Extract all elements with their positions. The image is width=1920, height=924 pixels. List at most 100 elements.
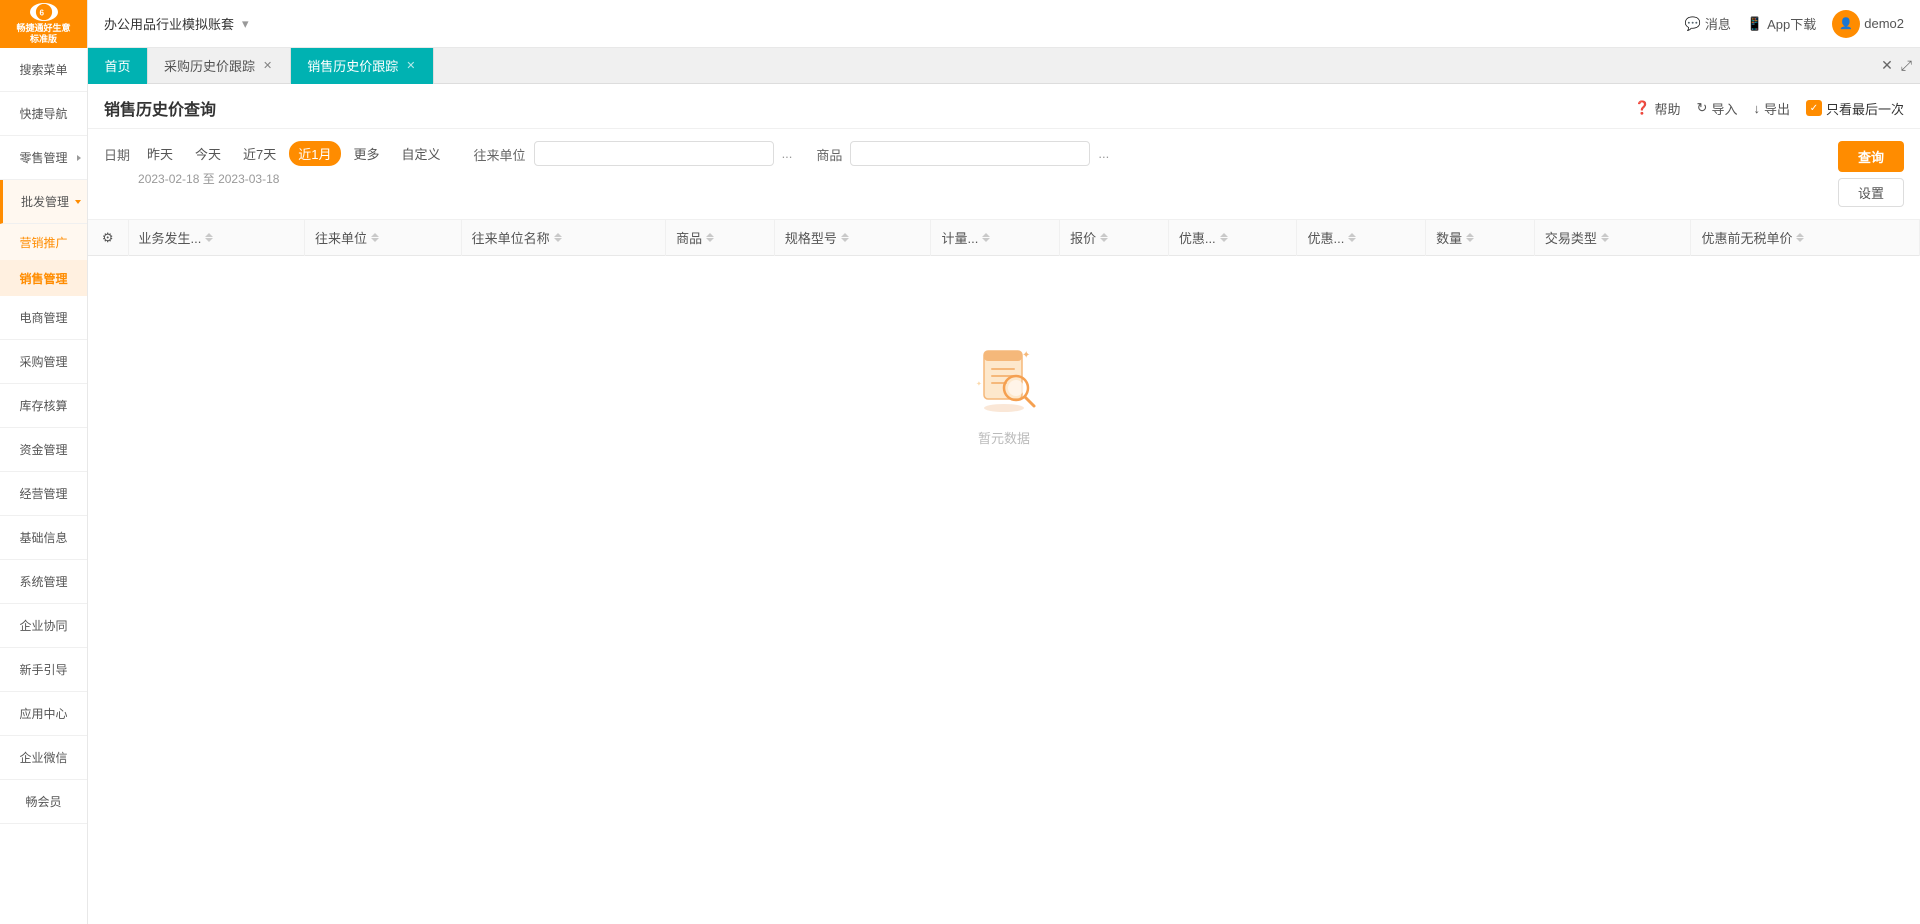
- finance-label: 资金管理: [19, 441, 67, 458]
- sort-up-icon4: [706, 233, 714, 237]
- inventory-label: 库存核算: [19, 397, 67, 414]
- sidebar-item-search[interactable]: 搜索菜单: [0, 48, 87, 92]
- th-trade-type[interactable]: 交易类型: [1534, 220, 1691, 256]
- help-action[interactable]: ❓ 帮助: [1634, 99, 1680, 118]
- sidebar-item-purchase[interactable]: 采购管理: [0, 340, 87, 384]
- sort-down-icon: [205, 238, 213, 242]
- product-input[interactable]: [850, 141, 1090, 166]
- th-product[interactable]: 商品: [666, 220, 775, 256]
- date-filter-options: 昨天 今天 近7天 近1月 更多 自定义 2023-02-18 至 2023-0…: [138, 141, 450, 187]
- ecommerce-label: 电商管理: [19, 309, 67, 326]
- sidebar-item-guide[interactable]: 新手引导: [0, 648, 87, 692]
- sidebar-item-wholesale[interactable]: 批发管理: [0, 180, 87, 224]
- tab-purchase-close[interactable]: ✕: [261, 57, 274, 74]
- export-label: 导出: [1764, 99, 1790, 118]
- logo-icon: 6: [30, 3, 58, 21]
- th-unit[interactable]: 计量...: [931, 220, 1060, 256]
- app-logo: 6 畅捷通好生意 标准版: [0, 0, 87, 48]
- dropdown-icon[interactable]: ▾: [242, 16, 249, 32]
- sidebar-item-finance[interactable]: 资金管理: [0, 428, 87, 472]
- th-discount2[interactable]: 优惠...: [1297, 220, 1426, 256]
- sidebar-item-wechat[interactable]: 企业微信: [0, 736, 87, 780]
- sidebar-item-sales[interactable]: 销售管理: [0, 260, 87, 296]
- settings-button[interactable]: 设置: [1838, 178, 1904, 207]
- th-counterpart-name[interactable]: 往来单位名称: [461, 220, 666, 256]
- page-content: 销售历史价查询 ❓ 帮助 ↻ 导入 ↓ 导出 ✓ 只看最后一次: [88, 84, 1920, 924]
- sort-arrows-spec: [841, 233, 849, 242]
- date-btn-more[interactable]: 更多: [345, 141, 389, 166]
- tab-purchase-label: 采购历史价跟踪: [164, 56, 255, 75]
- sort-arrows-discount1: [1220, 233, 1228, 242]
- import-action[interactable]: ↻ 导入: [1697, 99, 1738, 118]
- quick-nav-label: 快捷导航: [19, 105, 67, 122]
- tab-home[interactable]: 首页: [88, 48, 148, 84]
- sidebar-item-app-center[interactable]: 应用中心: [0, 692, 87, 736]
- counterpart-filter-group: 往来单位 ...: [474, 141, 793, 166]
- message-label: 消息: [1705, 14, 1731, 33]
- product-filter-group: 商品 ...: [816, 141, 1109, 166]
- th-quoted-price-label: 报价: [1070, 228, 1096, 247]
- sidebar-item-enterprise[interactable]: 企业协同: [0, 604, 87, 648]
- th-spec[interactable]: 规格型号: [774, 220, 931, 256]
- message-icon: 💬: [1685, 16, 1701, 32]
- query-button[interactable]: 查询: [1838, 141, 1904, 172]
- date-btn-1month[interactable]: 近1月: [289, 141, 340, 166]
- th-quantity-label: 数量: [1436, 228, 1462, 247]
- tab-sales-close[interactable]: ✕: [404, 57, 417, 74]
- sidebar-item-marketing[interactable]: 营销推广: [0, 224, 87, 260]
- export-action[interactable]: ↓ 导出: [1753, 99, 1790, 118]
- message-action[interactable]: 💬 消息: [1685, 14, 1731, 33]
- sidebar-item-ecommerce[interactable]: 电商管理: [0, 296, 87, 340]
- tab-purchase-history[interactable]: 采购历史价跟踪 ✕: [148, 48, 291, 84]
- only-last-label: 只看最后一次: [1826, 99, 1904, 118]
- sidebar-item-member[interactable]: 畅会员: [0, 780, 87, 824]
- member-label: 畅会员: [25, 793, 61, 810]
- app-download-action[interactable]: 📱 App下载: [1747, 14, 1816, 33]
- app-download-label: App下载: [1767, 14, 1816, 33]
- empty-state: ✦ ✦ 暂元数据: [88, 256, 1920, 527]
- sidebar-item-quick-nav[interactable]: 快捷导航: [0, 92, 87, 136]
- date-filter-buttons: 昨天 今天 近7天 近1月 更多 自定义: [138, 141, 450, 166]
- tab-maximize[interactable]: ⤢: [1901, 57, 1912, 74]
- date-btn-7days[interactable]: 近7天: [234, 141, 285, 166]
- sidebar-item-operations[interactable]: 经营管理: [0, 472, 87, 516]
- search-label: 搜索菜单: [19, 61, 67, 78]
- th-settings[interactable]: ⚙: [88, 220, 128, 256]
- sort-arrows-discount2: [1348, 233, 1356, 242]
- sidebar-item-inventory[interactable]: 库存核算: [0, 384, 87, 428]
- sort-up-icon11: [1601, 233, 1609, 237]
- date-btn-custom[interactable]: 自定义: [393, 141, 450, 166]
- page-title: 销售历史价查询: [104, 96, 216, 120]
- help-label: 帮助: [1655, 99, 1681, 118]
- sort-up-icon10: [1466, 233, 1474, 237]
- tab-close-all[interactable]: ✕: [1881, 57, 1893, 74]
- th-quoted-price[interactable]: 报价: [1060, 220, 1169, 256]
- th-counterpart-code[interactable]: 往来单位: [305, 220, 462, 256]
- username-label: demo2: [1864, 16, 1904, 31]
- th-quantity[interactable]: 数量: [1426, 220, 1535, 256]
- th-discount1[interactable]: 优惠...: [1168, 220, 1297, 256]
- empty-icon: ✦ ✦: [964, 336, 1044, 416]
- sort-down-icon2: [371, 238, 379, 242]
- th-business-date[interactable]: 业务发生...: [128, 220, 305, 256]
- sort-down-icon7: [1100, 238, 1108, 242]
- only-last-checkbox[interactable]: ✓ 只看最后一次: [1806, 99, 1904, 118]
- enterprise-label: 企业协同: [19, 617, 67, 634]
- sort-down-icon9: [1348, 238, 1356, 242]
- counterpart-input[interactable]: [534, 141, 774, 166]
- sort-up-icon8: [1220, 233, 1228, 237]
- header-title: 办公用品行业模拟账套: [104, 14, 234, 33]
- tabs-bar: 首页 采购历史价跟踪 ✕ 销售历史价跟踪 ✕ ✕ ⤢: [88, 48, 1920, 84]
- guide-label: 新手引导: [19, 661, 67, 678]
- th-pretax-price[interactable]: 优惠前无税单价: [1691, 220, 1920, 256]
- sidebar-item-basic[interactable]: 基础信息: [0, 516, 87, 560]
- sidebar-item-retail[interactable]: 零售管理: [0, 136, 87, 180]
- date-btn-yesterday[interactable]: 昨天: [138, 141, 182, 166]
- date-btn-today[interactable]: 今天: [186, 141, 230, 166]
- counterpart-dots: ...: [782, 146, 793, 161]
- tab-sales-history[interactable]: 销售历史价跟踪 ✕: [291, 48, 434, 84]
- th-spec-label: 规格型号: [785, 228, 837, 247]
- retail-label: 零售管理: [19, 149, 67, 166]
- user-avatar-action[interactable]: 👤 demo2: [1832, 10, 1904, 38]
- sidebar-item-system[interactable]: 系统管理: [0, 560, 87, 604]
